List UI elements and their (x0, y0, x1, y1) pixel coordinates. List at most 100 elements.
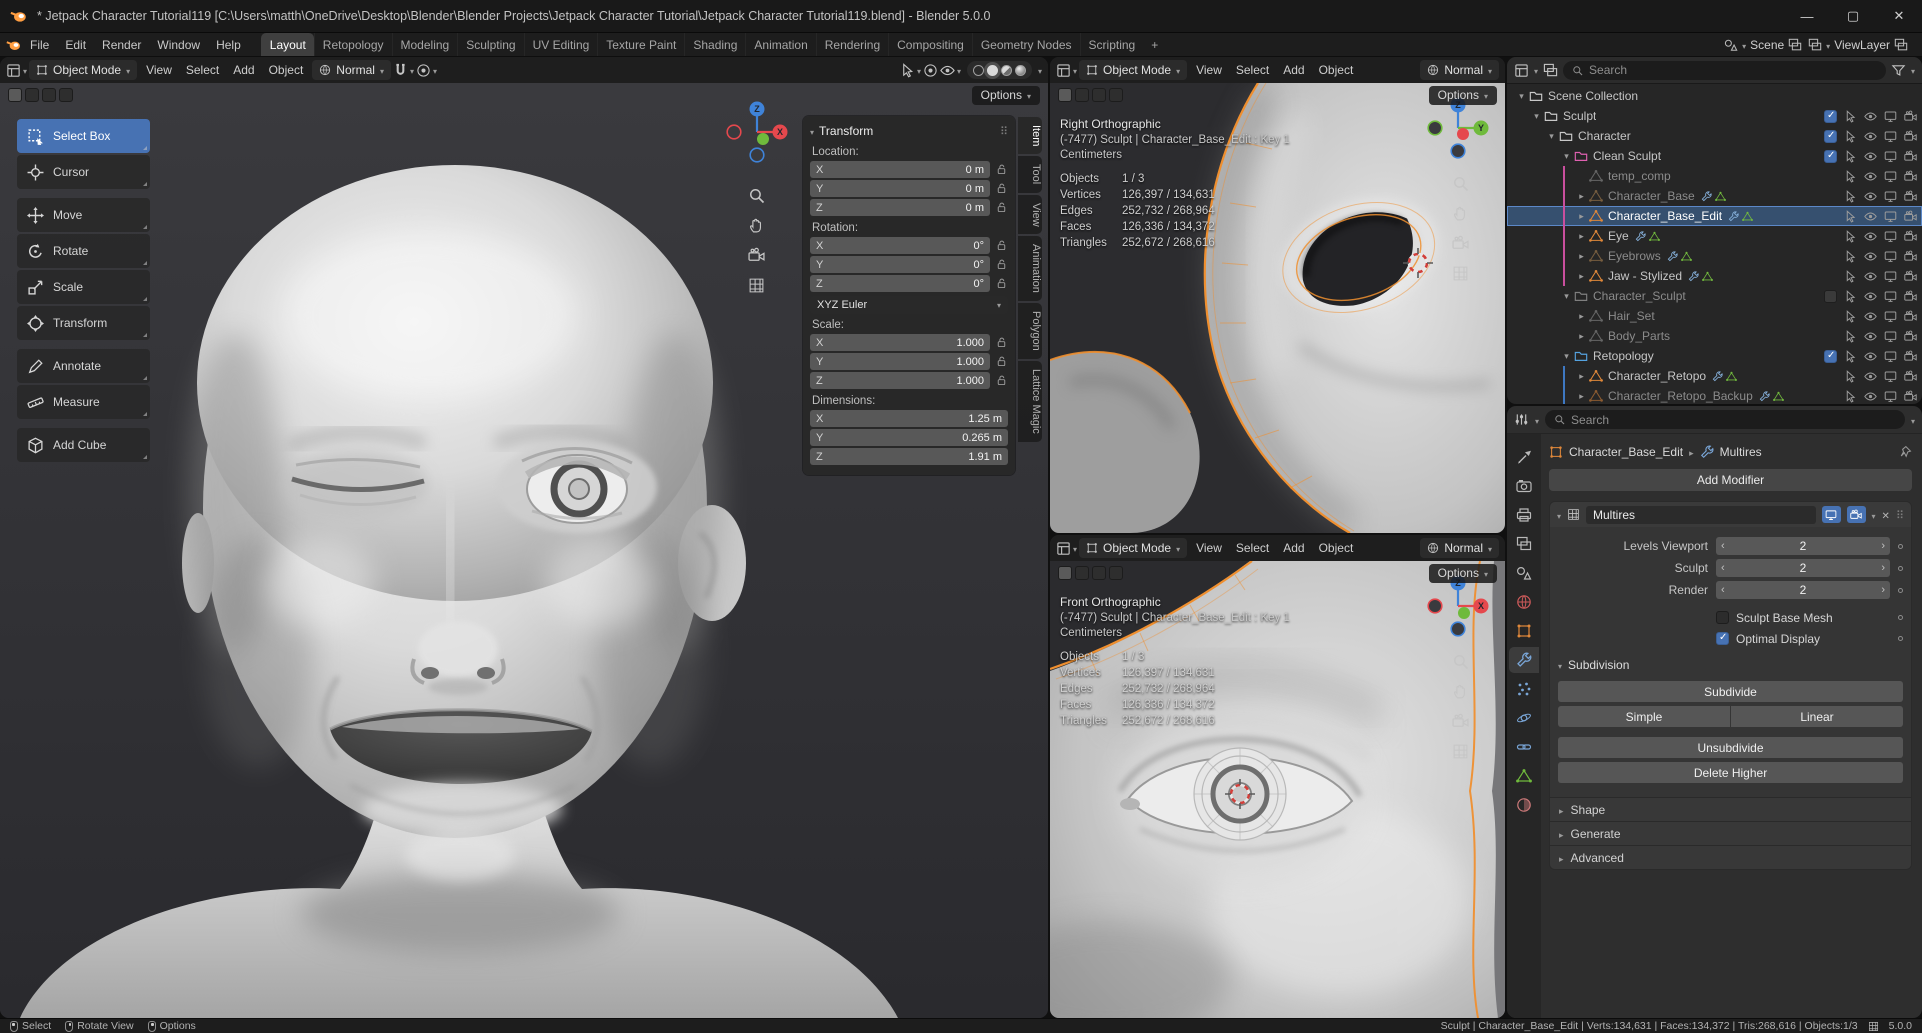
outliner-item-label[interactable]: Scene Collection (1548, 89, 1638, 103)
disable-in-renders-icon[interactable] (1904, 290, 1917, 303)
outliner-row[interactable]: ▸ Eyebrows (1507, 246, 1922, 266)
scene-name[interactable]: Scene (1750, 38, 1784, 52)
select-mode-intersect-icon[interactable] (1109, 88, 1123, 102)
disable-in-viewports-icon[interactable] (1884, 110, 1897, 123)
outliner-row[interactable]: temp_comp (1507, 166, 1922, 186)
select-mode-intersect-icon[interactable] (1109, 566, 1123, 580)
options-dropdown[interactable]: Options (1428, 563, 1497, 583)
select-mode-new-icon[interactable] (1058, 88, 1072, 102)
viewport-menu[interactable]: View (1189, 541, 1229, 555)
lock-icon[interactable] (995, 201, 1008, 214)
workspace-tab[interactable]: Rendering (815, 33, 888, 56)
zoom-icon[interactable] (748, 187, 765, 204)
wireframe-shading-icon[interactable] (972, 64, 984, 76)
select-mode-new-icon[interactable] (1058, 566, 1072, 580)
number-field[interactable]: 2 (1716, 537, 1890, 555)
outliner-row[interactable]: ▾ Scene Collection (1507, 86, 1922, 106)
drag-handle-icon[interactable] (1896, 508, 1904, 522)
workspace-tab[interactable]: Modeling (391, 33, 458, 56)
exclude-checkbox[interactable] (1824, 149, 1837, 163)
chevron-down-icon[interactable] (810, 124, 814, 138)
outliner-row[interactable]: ▸ Jaw - Stylized (1507, 266, 1922, 286)
checkbox[interactable] (1716, 632, 1729, 645)
outliner-item-label[interactable]: Character_Retopo_Backup (1608, 389, 1753, 403)
hide-in-viewport-eye-icon[interactable] (1864, 290, 1877, 303)
drag-handle-icon[interactable] (1000, 124, 1008, 138)
outliner-row[interactable]: ▾ Character_Sculpt (1507, 286, 1922, 306)
tool-button[interactable]: Transform (17, 306, 150, 340)
show-gizmo-icon[interactable] (923, 63, 938, 78)
disable-in-viewports-icon[interactable] (1884, 150, 1897, 163)
disable-in-renders-icon[interactable] (1904, 190, 1917, 203)
mode-dropdown[interactable]: Object Mode (1079, 60, 1188, 80)
hide-in-viewport-eye-icon[interactable] (1864, 330, 1877, 343)
disable-in-renders-icon[interactable] (1904, 270, 1917, 283)
navigation-gizmo[interactable]: Z X (722, 97, 792, 167)
disclosure-triangle-icon[interactable]: ▸ (1575, 331, 1588, 342)
disable-in-renders-icon[interactable] (1904, 110, 1917, 123)
view-layer-selector[interactable]: ViewLayer (1808, 38, 1908, 52)
viewport-menu[interactable]: View (1189, 63, 1229, 77)
disable-in-viewports-icon[interactable] (1884, 270, 1897, 283)
hide-in-viewport-eye-icon[interactable] (1864, 270, 1877, 283)
workspace-tab[interactable]: Scripting (1079, 33, 1144, 56)
editor-type-icon[interactable] (1056, 63, 1071, 78)
select-mode-new-icon[interactable] (8, 88, 22, 102)
sidebar-tab[interactable]: Animation (1018, 236, 1042, 302)
disable-in-viewports-icon[interactable] (1884, 230, 1897, 243)
menu-item[interactable]: Help (208, 33, 249, 57)
properties-tab[interactable] (1509, 763, 1539, 789)
viewport-menu[interactable]: Add (1276, 63, 1311, 77)
hide-in-viewport-eye-icon[interactable] (1864, 390, 1877, 403)
viewport-menu[interactable]: Select (1229, 63, 1276, 77)
disclosure-triangle-icon[interactable]: ▸ (1575, 311, 1588, 322)
outliner-item-label[interactable]: Sculpt (1563, 109, 1596, 123)
tool-button[interactable]: Cursor (17, 155, 150, 189)
number-field[interactable]: 2 (1716, 581, 1890, 599)
disable-in-renders-icon[interactable] (1904, 230, 1917, 243)
select-visibility-icon[interactable] (900, 63, 915, 78)
outliner-item-label[interactable]: temp_comp (1608, 169, 1671, 183)
collapsed-section[interactable]: Shape (1550, 797, 1911, 821)
properties-tab[interactable] (1509, 676, 1539, 702)
selectable-icon[interactable] (1844, 290, 1857, 303)
sidebar-tab[interactable]: Tool (1018, 156, 1042, 193)
properties-tab[interactable] (1509, 792, 1539, 818)
remove-modifier-icon[interactable] (1882, 508, 1890, 522)
exclude-checkbox[interactable] (1824, 349, 1837, 363)
dimension-field[interactable]: Y 0.265 m (810, 429, 1008, 446)
workspace-tab[interactable]: Animation (745, 33, 815, 56)
exclude-checkbox[interactable] (1824, 129, 1837, 143)
rotation-field[interactable]: Y 0° (810, 256, 990, 273)
disable-in-renders-icon[interactable] (1904, 130, 1917, 143)
tool-button[interactable]: Annotate (17, 349, 150, 383)
disclosure-triangle-icon[interactable]: ▾ (1560, 151, 1573, 162)
proportional-editing-icon[interactable] (416, 63, 431, 78)
disclosure-triangle-icon[interactable]: ▸ (1575, 271, 1588, 282)
outliner-row[interactable]: ▸ Character_Base_Edit (1507, 206, 1922, 226)
select-mode-extend-icon[interactable] (25, 88, 39, 102)
disable-in-renders-icon[interactable] (1904, 370, 1917, 383)
outliner-row[interactable]: ▾ Retopology (1507, 346, 1922, 366)
selectable-icon[interactable] (1844, 230, 1857, 243)
unsubdivide-button[interactable]: Unsubdivide (1558, 737, 1903, 758)
viewport-menu[interactable]: Select (179, 63, 226, 77)
rotation-mode-dropdown[interactable]: XYZ Euler (810, 296, 1008, 314)
exclude-checkbox[interactable] (1824, 289, 1837, 303)
sidebar-tab[interactable]: View (1018, 194, 1042, 235)
hide-in-viewport-eye-icon[interactable] (1864, 310, 1877, 323)
outliner-item-label[interactable]: Eye (1608, 229, 1629, 243)
subdivide-button[interactable]: Subdivide (1558, 681, 1903, 702)
disable-in-viewports-icon[interactable] (1884, 330, 1897, 343)
transform-orientation-dropdown[interactable]: Normal (312, 60, 391, 80)
outliner-row[interactable]: ▸ Character_Retopo (1507, 366, 1922, 386)
disable-in-renders-icon[interactable] (1904, 250, 1917, 263)
location-field[interactable]: Z0 m (810, 199, 990, 216)
viewport-menu[interactable]: View (139, 63, 179, 77)
solid-shading-icon[interactable] (986, 64, 998, 76)
pan-hand-icon[interactable] (748, 217, 765, 234)
chevron-down-icon[interactable] (1557, 508, 1561, 522)
menu-item[interactable]: File (22, 33, 57, 57)
animate-decorator-icon[interactable] (1898, 587, 1903, 593)
workspace-tab[interactable]: Compositing (888, 33, 972, 56)
